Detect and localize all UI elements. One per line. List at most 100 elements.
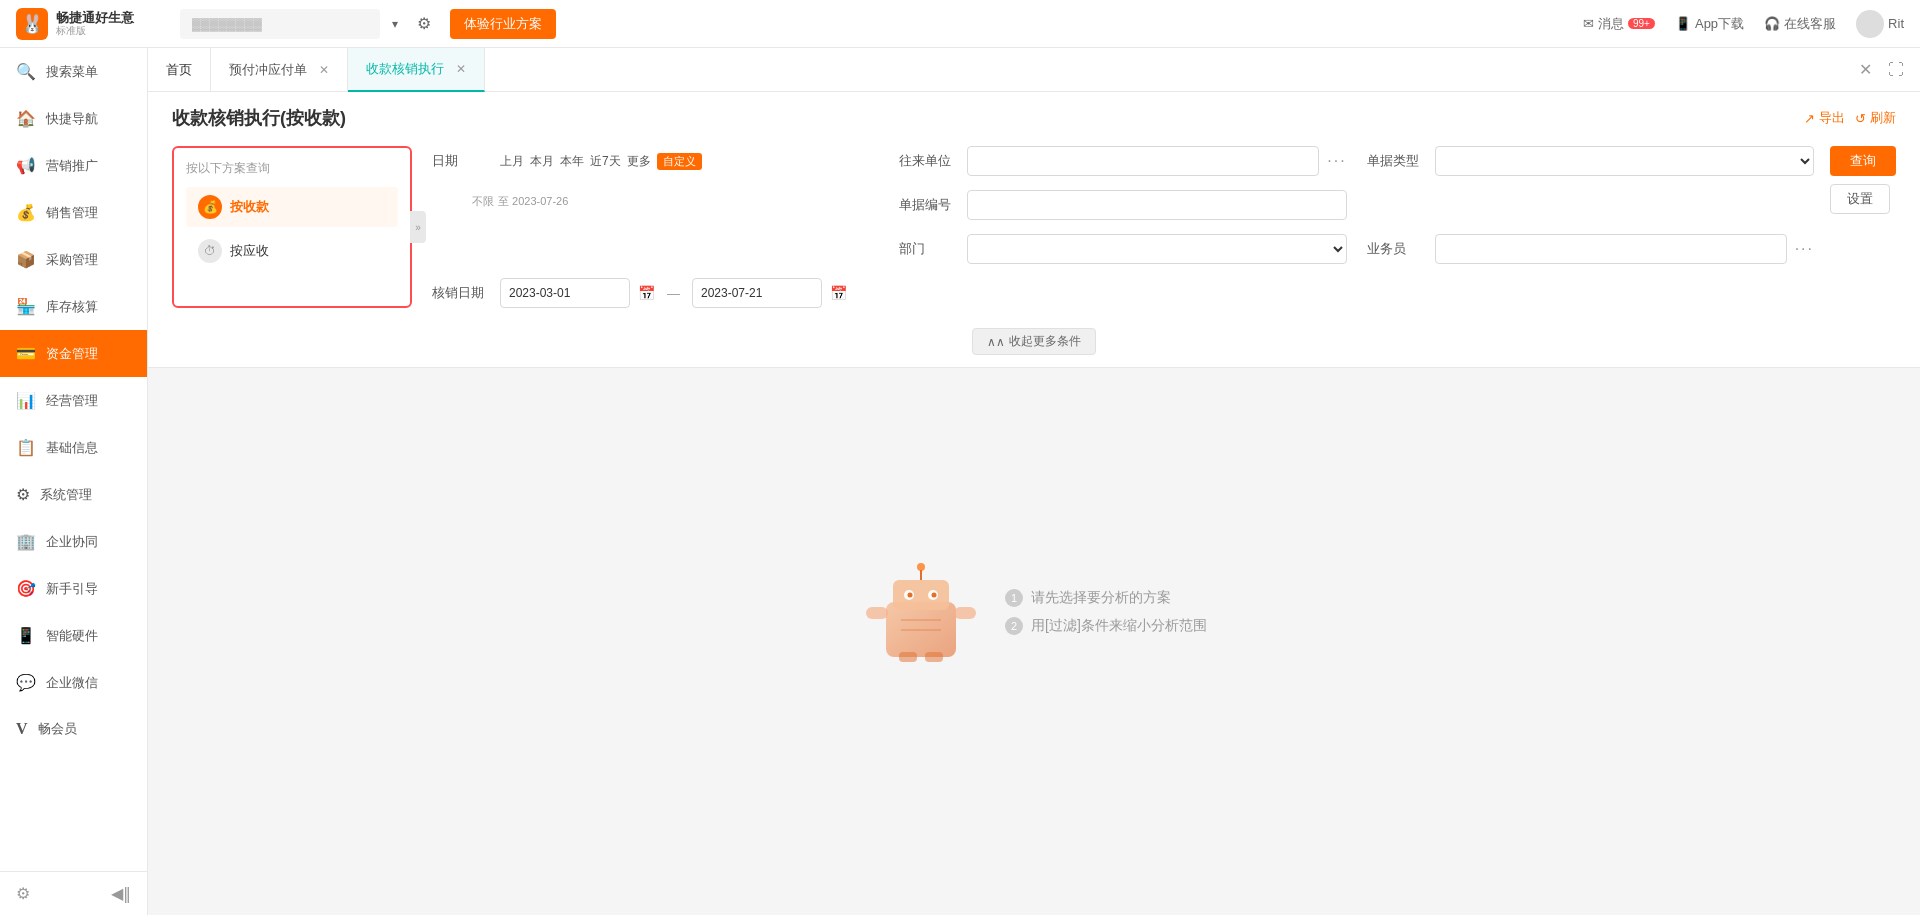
sidebar-item-label: 营销推广 [46, 157, 98, 175]
empty-tips: 1 请先选择要分析的方案 2 用[过滤]条件来缩小分析范围 [1005, 589, 1207, 635]
sidebar-item-marketing[interactable]: 📢 营销推广 [0, 142, 147, 189]
sidebar-item-label: 经营管理 [46, 392, 98, 410]
header-dropdown-icon[interactable]: ▾ [392, 17, 398, 31]
tip-number-1: 1 [1005, 589, 1023, 607]
filter-row-verify-date: 核销日期 📅 — 📅 [432, 278, 1347, 308]
chat-icon: 💬 [16, 673, 36, 692]
message-button[interactable]: ✉ 消息 99+ [1583, 15, 1655, 33]
tab-close-all-icon[interactable]: ✕ [1855, 56, 1876, 83]
filter-fields-wrapper: 日期 上月 本月 本年 近7天 更多 自定义 往来单位 ·· [432, 146, 1896, 308]
sidebar-item-sales[interactable]: 💰 销售管理 [0, 189, 147, 236]
receivable-icon: ⏱ [198, 239, 222, 263]
filter-row-doc-type: 单据类型 [1367, 146, 1814, 176]
user-profile[interactable]: Rit [1856, 10, 1904, 38]
filter-option-receivable-label: 按应收 [230, 242, 269, 260]
date-range-separator: — [667, 286, 680, 301]
date-btn-custom[interactable]: 自定义 [657, 153, 702, 170]
sidebar-item-inventory[interactable]: 🏪 库存核算 [0, 283, 147, 330]
building-icon: 🏢 [16, 532, 36, 551]
search-placeholder-text: ▓▓▓▓▓▓▓▓ [192, 17, 262, 31]
date-btn-more[interactable]: 更多 [627, 153, 651, 170]
tab-expand-icon[interactable]: ⛶ [1884, 57, 1908, 83]
date-btn-this-year[interactable]: 本年 [560, 153, 584, 170]
empty-state: 1 请先选择要分析的方案 2 用[过滤]条件来缩小分析范围 [148, 368, 1920, 915]
box-icon: 📦 [16, 250, 36, 269]
staff-more-icon[interactable]: ··· [1795, 240, 1814, 258]
online-service-button[interactable]: 🎧 在线客服 [1764, 15, 1836, 33]
sidebar-item-basicinfo[interactable]: 📋 基础信息 [0, 424, 147, 471]
empty-tip-2: 2 用[过滤]条件来缩小分析范围 [1005, 617, 1207, 635]
tab-prepay-close[interactable]: ✕ [319, 63, 329, 77]
card-icon: 💳 [16, 344, 36, 363]
export-icon: ↗ [1804, 111, 1815, 126]
sidebar-settings-icon[interactable]: ⚙ [16, 884, 30, 903]
svg-rect-12 [899, 652, 917, 662]
refresh-button[interactable]: ↺ 刷新 [1855, 109, 1896, 127]
dept-select[interactable] [967, 234, 1346, 264]
filter-action-buttons: 查询 设置 [1830, 146, 1896, 308]
filter-panel: 按以下方案查询 💰 按收款 ⏱ 按应收 » 日期 [148, 130, 1920, 324]
calendar-start-icon[interactable]: 📅 [638, 285, 655, 301]
doc-number-input[interactable] [967, 190, 1346, 220]
gear-button[interactable]: ⚙ [410, 10, 438, 38]
sidebar-item-quick[interactable]: 🏠 快捷导航 [0, 95, 147, 142]
filter-row-date: 日期 上月 本月 本年 近7天 更多 自定义 [432, 146, 879, 176]
sidebar-item-label: 基础信息 [46, 439, 98, 457]
sidebar-item-hardware[interactable]: 📱 智能硬件 [0, 612, 147, 659]
empty-illustration [861, 552, 981, 672]
sidebar-item-purchase[interactable]: 📦 采购管理 [0, 236, 147, 283]
filter-collapse-arrow[interactable]: » [410, 211, 426, 243]
sidebar-item-wechat[interactable]: 💬 企业微信 [0, 659, 147, 706]
top-header: 🐰 畅捷通好生意 标准版 ▓▓▓▓▓▓▓▓ ▾ ⚙ 体验行业方案 ✉ 消息 99… [0, 0, 1920, 48]
collapse-more-area: ∧∧ 收起更多条件 [148, 320, 1920, 368]
tab-prepay[interactable]: 预付冲应付单 ✕ [211, 48, 348, 92]
message-badge: 99+ [1628, 18, 1655, 29]
filter-option-by-receivable[interactable]: ⏱ 按应收 [186, 231, 398, 271]
doc-type-select[interactable] [1435, 146, 1814, 176]
sidebar-item-enterprise[interactable]: 🏢 企业协同 [0, 518, 147, 565]
sidebar-item-system[interactable]: ⚙ 系统管理 [0, 471, 147, 518]
tab-collection-close[interactable]: ✕ [456, 62, 466, 76]
sidebar-item-finance[interactable]: 💳 资金管理 [0, 330, 147, 377]
date-btn-last-month[interactable]: 上月 [500, 153, 524, 170]
svg-rect-9 [954, 607, 976, 619]
app-download-button[interactable]: 📱 App下载 [1675, 15, 1744, 33]
receipt-icon: 💰 [198, 195, 222, 219]
industry-solution-button[interactable]: 体验行业方案 [450, 9, 556, 39]
header-right: ✉ 消息 99+ 📱 App下载 🎧 在线客服 Rit [1583, 10, 1904, 38]
export-button[interactable]: ↗ 导出 [1804, 109, 1845, 127]
doc-type-label: 单据类型 [1367, 152, 1427, 170]
page-title: 收款核销执行(按收款) [172, 106, 346, 130]
sidebar-collapse-icon[interactable]: ◀‖ [111, 884, 131, 903]
filter-row-staff: 业务员 ··· [1367, 234, 1814, 264]
verify-date-end-input[interactable] [692, 278, 822, 308]
clipboard-icon: 📋 [16, 438, 36, 457]
date-btn-7days[interactable]: 近7天 [590, 153, 621, 170]
filter-option-by-receipt[interactable]: 💰 按收款 [186, 187, 398, 227]
counterpart-input[interactable] [967, 146, 1319, 176]
svg-point-4 [908, 592, 913, 597]
tab-collection[interactable]: 收款核销执行 ✕ [348, 48, 485, 92]
header-search-box[interactable]: ▓▓▓▓▓▓▓▓ [180, 9, 380, 39]
sidebar-item-vip[interactable]: V 畅会员 [0, 706, 147, 752]
sidebar-item-label: 采购管理 [46, 251, 98, 269]
tab-home[interactable]: 首页 [148, 48, 211, 92]
staff-input[interactable] [1435, 234, 1787, 264]
download-icon: 📱 [1675, 16, 1691, 31]
service-icon: 🎧 [1764, 16, 1780, 31]
sidebar-item-label: 智能硬件 [46, 627, 98, 645]
sidebar-item-operations[interactable]: 📊 经营管理 [0, 377, 147, 424]
query-button[interactable]: 查询 [1830, 146, 1896, 176]
money-icon: 💰 [16, 203, 36, 222]
logo-text: 畅捷通好生意 标准版 [56, 10, 134, 38]
sidebar-item-search[interactable]: 🔍 搜索菜单 [0, 48, 147, 95]
filter-grid: 日期 上月 本月 本年 近7天 更多 自定义 往来单位 ·· [432, 146, 1814, 308]
date-btn-this-month[interactable]: 本月 [530, 153, 554, 170]
setting-button[interactable]: 设置 [1830, 184, 1890, 214]
verify-date-start-input[interactable] [500, 278, 630, 308]
collapse-more-button[interactable]: ∧∧ 收起更多条件 [972, 328, 1096, 355]
date-label: 日期 [432, 152, 492, 170]
calendar-end-icon[interactable]: 📅 [830, 285, 847, 301]
sidebar-item-guide[interactable]: 🎯 新手引导 [0, 565, 147, 612]
counterpart-more-icon[interactable]: ··· [1327, 152, 1346, 170]
